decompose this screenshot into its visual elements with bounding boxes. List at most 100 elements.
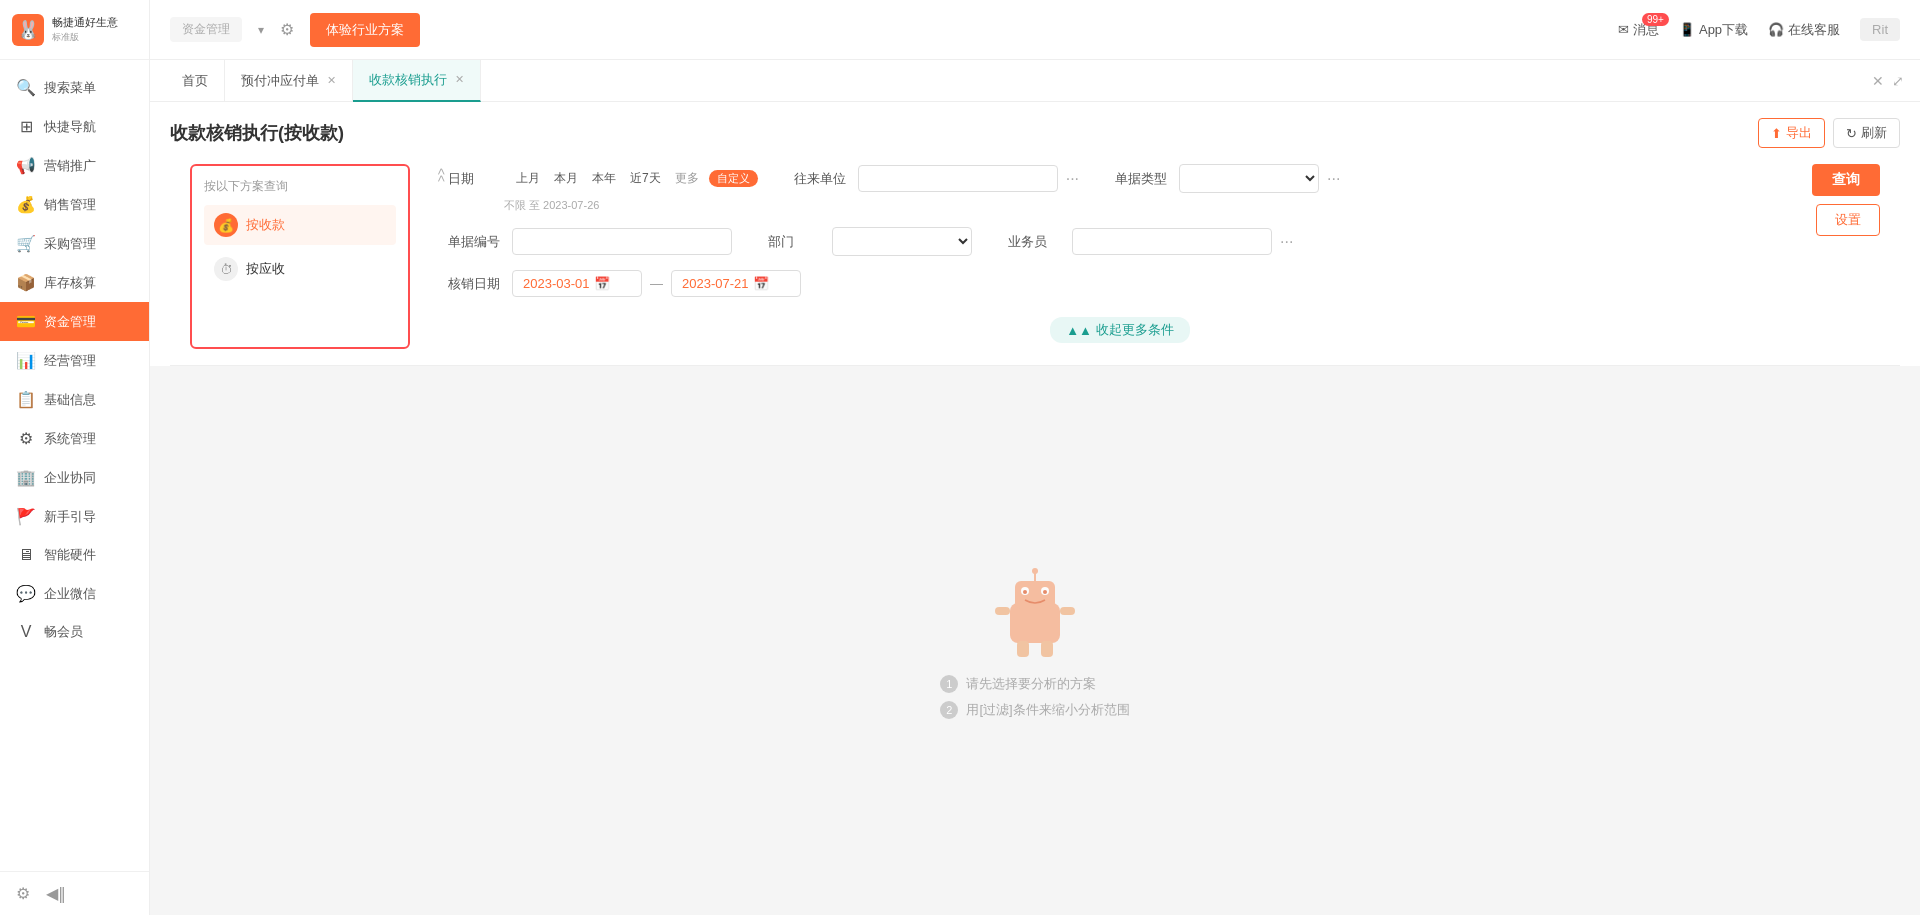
user-avatar[interactable]: Rit [1860,18,1900,41]
dept-select[interactable] [832,227,972,256]
settings-gear-icon[interactable]: ⚙ [16,884,30,903]
staff-input[interactable] [1072,228,1272,255]
sidebar-item-search[interactable]: 🔍 搜索菜单 [0,68,149,107]
headset-icon: 🎧 [1768,22,1784,37]
message-button[interactable]: ✉ 消息 99+ [1618,21,1659,39]
message-icon: ✉ [1618,22,1629,37]
sidebar-item-marketing[interactable]: 📢 营销推广 [0,146,149,185]
sidebar-item-sales[interactable]: 💰 销售管理 [0,185,149,224]
doctype-label: 单据类型 [1115,170,1171,188]
tab-home[interactable]: 首页 [166,60,225,102]
sidebar-item-system[interactable]: ⚙ 系统管理 [0,419,149,458]
hint-num-1: 1 [940,675,958,693]
filter-verify-date-group: 核销日期 2023-03-01 📅 — 2023-07-21 📅 [448,270,801,297]
tab-collection-close-icon[interactable]: ✕ [455,73,464,86]
sidebar-item-vip[interactable]: V 畅会员 [0,613,149,651]
svg-point-4 [1023,590,1027,594]
filter-staff-group: 业务员 ··· [1008,228,1293,255]
content-area: 收款核销执行(按收款) ⬆ 导出 ↻ 刷新 按以下方案查询 [150,102,1920,915]
breadcrumb: 资金管理 [170,17,242,42]
filter-scheme-selector: 按以下方案查询 💰 按收款 ⏱ 按应收 [190,164,410,349]
sidebar-item-label: 采购管理 [44,235,96,253]
sidebar-menu: 🔍 搜索菜单 ⊞ 快捷导航 📢 营销推广 💰 销售管理 🛒 采购管理 📦 库存核… [0,60,149,871]
this-month-btn[interactable]: 本月 [550,168,582,189]
setting-button[interactable]: 设置 [1816,204,1880,236]
counterpart-input[interactable] [858,165,1058,192]
refresh-button[interactable]: ↻ 刷新 [1833,118,1900,148]
svg-rect-7 [1060,607,1075,615]
filter-fields: 日期 上月 本月 本年 近7天 更多 自定义 [448,164,1880,349]
online-service-button[interactable]: 🎧 在线客服 [1768,21,1840,39]
chevron-down-icon: ▾ [258,23,264,37]
tab-collection[interactable]: 收款核销执行 ✕ [353,60,481,102]
filter-row-1: 日期 上月 本月 本年 近7天 更多 自定义 [448,164,1792,193]
solution-button[interactable]: 体验行业方案 [310,13,420,47]
inventory-icon: 📦 [16,273,36,292]
svg-rect-8 [1017,641,1029,657]
top-header: 资金管理 ▾ ⚙ 体验行业方案 ✉ 消息 99+ 📱 App下载 🎧 在线客服 … [150,0,1920,60]
tab-prepay-close-icon[interactable]: ✕ [327,74,336,87]
sidebar-item-label: 资金管理 [44,313,96,331]
filter-left-title: 按以下方案查询 [204,178,396,195]
verify-date-end[interactable]: 2023-07-21 📅 [671,270,801,297]
more-btn[interactable]: 更多 [671,168,703,189]
sidebar-item-label: 库存核算 [44,274,96,292]
sidebar-collapse-button[interactable]: ◀‖ [46,884,66,903]
guide-icon: 🚩 [16,507,36,526]
collapse-more-button[interactable]: ▲▲ 收起更多条件 [1050,317,1190,343]
filter-row-3: 核销日期 2023-03-01 📅 — 2023-07-21 📅 [448,270,1792,297]
page-header: 收款核销执行(按收款) ⬆ 导出 ↻ 刷新 按以下方案查询 [150,102,1920,366]
svg-rect-1 [1015,581,1055,609]
export-button[interactable]: ⬆ 导出 [1758,118,1825,148]
last-month-btn[interactable]: 上月 [512,168,544,189]
sidebar-item-inventory[interactable]: 📦 库存核算 [0,263,149,302]
sidebar-item-label: 新手引导 [44,508,96,526]
sidebar-item-shortcut[interactable]: ⊞ 快捷导航 [0,107,149,146]
date-shortcuts: 上月 本月 本年 近7天 更多 自定义 [512,168,758,189]
doctype-more-icon[interactable]: ··· [1327,170,1340,188]
sidebar-item-wechat[interactable]: 💬 企业微信 [0,574,149,613]
sidebar-item-purchase[interactable]: 🛒 采购管理 [0,224,149,263]
svg-point-5 [1043,590,1047,594]
staff-more-icon[interactable]: ··· [1280,233,1293,251]
last-7days-btn[interactable]: 近7天 [626,168,665,189]
counterpart-more-icon[interactable]: ··· [1066,170,1079,188]
export-icon: ⬆ [1771,126,1782,141]
docnumber-input[interactable] [512,228,732,255]
sidebar-item-label: 营销推广 [44,157,96,175]
filter-counterpart-group: 往来单位 ··· [794,165,1079,192]
staff-label: 业务员 [1008,233,1064,251]
sidebar-item-hardware[interactable]: 🖥 智能硬件 [0,536,149,574]
sidebar-item-operations[interactable]: 📊 经营管理 [0,341,149,380]
marketing-icon: 📢 [16,156,36,175]
expand-window-icon[interactable]: ⤢ [1892,73,1904,89]
sidebar-item-capital[interactable]: 💳 资金管理 [0,302,149,341]
custom-date-badge[interactable]: 自定义 [709,170,758,187]
header-gear-icon[interactable]: ⚙ [280,20,294,39]
app-download-button[interactable]: 📱 App下载 [1679,21,1748,39]
calendar-icon: 📅 [753,276,769,291]
sidebar-item-label: 快捷导航 [44,118,96,136]
this-year-btn[interactable]: 本年 [588,168,620,189]
message-badge: 99+ [1642,13,1669,26]
filter-by-receipt[interactable]: 💰 按收款 [204,205,396,245]
filter-collapse-button[interactable]: << [434,164,448,349]
page-actions: ⬆ 导出 ↻ 刷新 [1758,118,1900,148]
sidebar-item-guide[interactable]: 🚩 新手引导 [0,497,149,536]
docnumber-label: 单据编号 [448,233,504,251]
doctype-select[interactable] [1179,164,1319,193]
basic-icon: 📋 [16,390,36,409]
tab-collection-label: 收款核销执行 [369,71,447,89]
empty-state: 1 请先选择要分析的方案 2 用[过滤]条件来缩小分析范围 [940,563,1129,719]
close-window-icon[interactable]: ✕ [1872,73,1884,89]
sidebar-item-basic[interactable]: 📋 基础信息 [0,380,149,419]
filter-by-receivable[interactable]: ⏱ 按应收 [204,249,396,289]
phone-icon: 📱 [1679,22,1695,37]
svg-rect-9 [1041,641,1053,657]
verify-date-start[interactable]: 2023-03-01 📅 [512,270,642,297]
query-button[interactable]: 查询 [1812,164,1880,196]
empty-illustration [985,563,1085,663]
sidebar-item-enterprise[interactable]: 🏢 企业协同 [0,458,149,497]
tab-prepay[interactable]: 预付冲应付单 ✕ [225,60,353,102]
tabs-right-actions: ✕ ⤢ [1872,73,1904,89]
